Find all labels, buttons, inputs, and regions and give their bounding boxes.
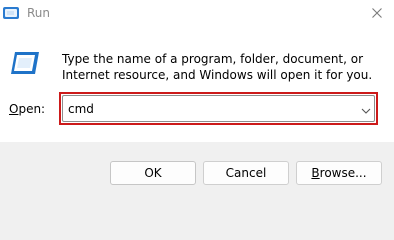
window-title: Run — [27, 6, 51, 20]
run-app-icon — [9, 50, 41, 76]
chevron-down-icon[interactable] — [361, 104, 371, 114]
open-input[interactable]: cmd — [68, 101, 94, 117]
open-label-text: pen: — [18, 102, 46, 116]
close-button[interactable] — [360, 0, 394, 28]
run-dialog: Run Type the name of a program, folder, … — [0, 0, 394, 201]
cancel-button[interactable]: Cancel — [203, 161, 289, 185]
close-icon — [372, 7, 382, 21]
description-text: Type the name of a program, folder, docu… — [62, 52, 373, 82]
browse-button[interactable]: Browse... — [296, 161, 382, 185]
open-combobox[interactable]: cmd — [62, 95, 375, 122]
browse-label: rowse... — [319, 166, 367, 180]
browse-mnemonic: B — [311, 166, 320, 180]
run-app-icon — [2, 6, 20, 20]
title-bar: Run — [0, 0, 394, 30]
open-label: Open: — [9, 101, 45, 117]
ok-button[interactable]: OK — [110, 161, 196, 185]
